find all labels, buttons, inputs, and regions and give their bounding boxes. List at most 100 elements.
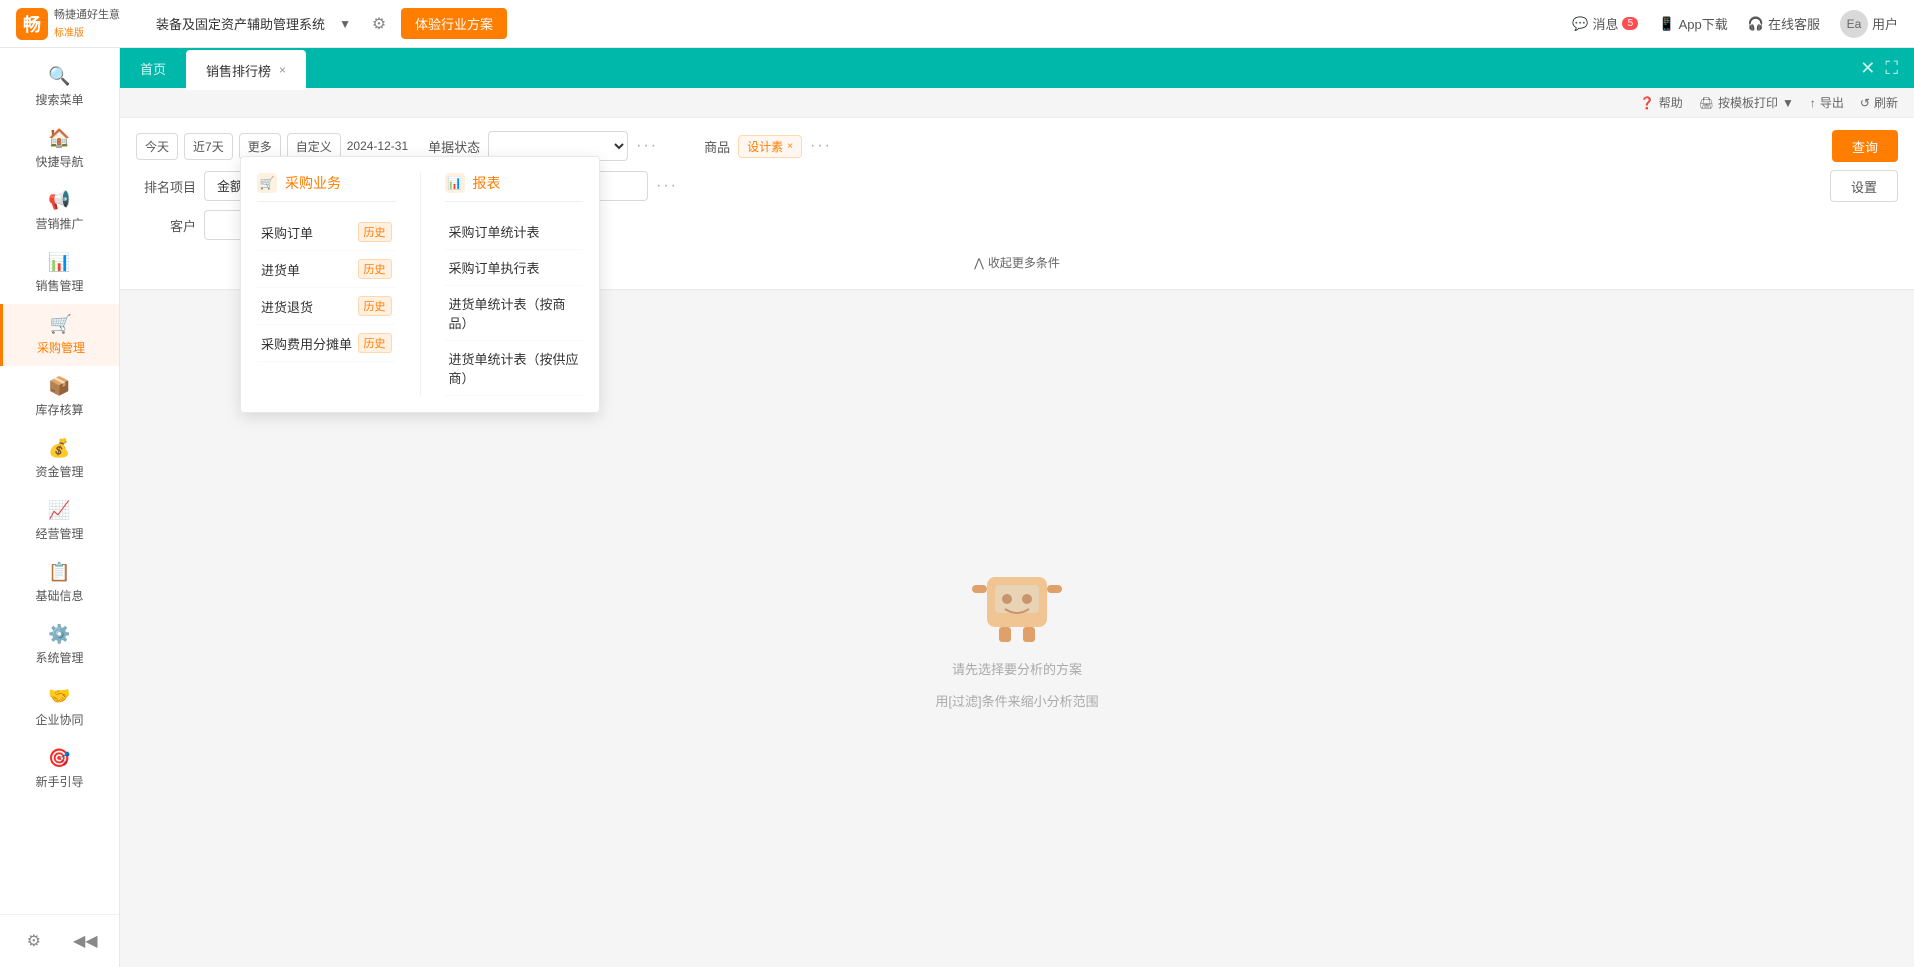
dropdown-item-order-exec[interactable]: 采购订单执行表 <box>445 250 584 286</box>
sidebar-item-system[interactable]: ⚙️ 系统管理 <box>0 614 119 676</box>
system-dropdown-btn[interactable]: ▼ <box>333 12 357 36</box>
finance-icon: 💰 <box>48 438 70 459</box>
help-btn[interactable]: ❓ 帮助 <box>1640 94 1683 111</box>
tab-close-window-icon[interactable]: ✕ <box>1860 58 1875 79</box>
user-btn[interactable]: Ea 用户 <box>1840 10 1898 38</box>
setting-btn[interactable]: 设置 <box>1830 170 1898 202</box>
message-icon: 💬 <box>1572 16 1588 32</box>
product-label: 商品 <box>670 137 730 156</box>
dropdown-item-order-stats[interactable]: 采购订单统计表 <box>445 214 584 250</box>
sidebar-item-enterprise[interactable]: 🤝 企业协同 <box>0 676 119 738</box>
product-tag-close[interactable]: × <box>787 141 793 152</box>
dropdown-report-header: 📊 报表 <box>445 173 584 202</box>
dropdown-item-purchase-order[interactable]: 采购订单 历史 <box>257 214 396 251</box>
collapse-btn[interactable]: ⋀ 收起更多条件 <box>968 248 1066 277</box>
sidebar-item-marketing[interactable]: 📢 营销推广 <box>0 180 119 242</box>
sidebar-label-operations: 经营管理 <box>35 525 83 542</box>
sidebar-settings-btn[interactable]: ⚙ <box>20 927 48 955</box>
sidebar: 🔍 搜索菜单 🏠 快捷导航 📢 营销推广 📊 销售管理 🛒 采购管理 📦 库存核… <box>0 48 120 967</box>
marketing-icon: 📢 <box>48 190 70 211</box>
dropdown-item-incoming-stats-product[interactable]: 进货单统计表（按商品） <box>445 286 584 341</box>
logo-name: 畅捷通好生意 <box>54 8 120 23</box>
refresh-btn[interactable]: ↺ 刷新 <box>1860 94 1898 111</box>
enterprise-icon: 🤝 <box>48 686 70 707</box>
query-btn[interactable]: 查询 <box>1832 130 1898 162</box>
customer-label: 客户 <box>136 216 196 235</box>
content-area: 首页 销售排行榜 × ✕ ⛶ ❓ 帮助 🖨 按模板打印 <box>120 48 1914 967</box>
order-exec-label: 采购订单执行表 <box>449 258 540 277</box>
online-service-label: 在线客服 <box>1768 14 1820 33</box>
date-today-btn[interactable]: 今天 <box>136 133 178 160</box>
empty-hint-1: 请先选择要分析的方案 <box>952 659 1082 679</box>
dropdown-business-header: 🛒 采购业务 <box>257 173 396 202</box>
tab-close-icon[interactable]: × <box>279 63 286 77</box>
sidebar-item-sales[interactable]: 📊 销售管理 <box>0 242 119 304</box>
incoming-stats-supplier-label: 进货单统计表（按供应商） <box>449 349 580 387</box>
dropdown-item-incoming[interactable]: 进货单 历史 <box>257 251 396 288</box>
message-badge: 5 <box>1622 17 1638 30</box>
industry-btn[interactable]: 体验行业方案 <box>401 8 507 39</box>
sidebar-collapse-btn[interactable]: ◀◀ <box>71 927 99 955</box>
search-icon: 🔍 <box>48 66 70 87</box>
dropdown-item-incoming-stats-supplier[interactable]: 进货单统计表（按供应商） <box>445 341 584 396</box>
dropdown-item-return[interactable]: 进货退货 历史 <box>257 288 396 325</box>
tab-bar: 首页 销售排行榜 × ✕ ⛶ <box>120 48 1914 88</box>
tab-home-label: 首页 <box>140 59 166 78</box>
rank-label: 排名项目 <box>136 177 196 196</box>
avatar: Ea <box>1840 10 1868 38</box>
tab-home[interactable]: 首页 <box>120 48 186 88</box>
date-7days-btn[interactable]: 近7天 <box>184 133 233 160</box>
empty-robot-svg <box>957 547 1077 647</box>
sidebar-label-inventory: 库存核算 <box>35 401 83 418</box>
report-title: 报表 <box>473 173 501 193</box>
sidebar-item-basic[interactable]: 📋 基础信息 <box>0 552 119 614</box>
empty-illustration <box>957 547 1077 647</box>
help-icon: ❓ <box>1640 96 1655 110</box>
product-dots[interactable]: ··· <box>810 137 832 155</box>
tab-sales-rank[interactable]: 销售排行榜 × <box>186 50 306 90</box>
purchase-expense-label: 采购费用分摊单 <box>261 334 352 353</box>
purchase-icon: 🛒 <box>50 314 72 335</box>
sidebar-label-purchase: 采购管理 <box>37 339 85 356</box>
sidebar-item-quick-nav[interactable]: 🏠 快捷导航 <box>0 118 119 180</box>
message-label: 消息 <box>1592 14 1618 33</box>
logo-icon: 畅 <box>16 8 48 40</box>
order-stats-label: 采购订单统计表 <box>449 222 540 241</box>
purchase-order-label: 采购订单 <box>261 223 313 242</box>
top-bar: 畅 畅捷通好生意 标准版 装备及固定资产辅助管理系统 ▼ ⚙ 体验行业方案 💬 … <box>0 0 1914 48</box>
online-service-btn[interactable]: 🎧 在线客服 <box>1748 14 1820 33</box>
tab-maximize-icon[interactable]: ⛶ <box>1885 58 1898 79</box>
export-label: 导出 <box>1820 94 1844 111</box>
app-download-btn[interactable]: 📱 App下载 <box>1658 14 1727 33</box>
app-download-label: App下载 <box>1679 14 1728 33</box>
sidebar-label-quick-nav: 快捷导航 <box>35 153 83 170</box>
sidebar-item-finance[interactable]: 💰 资金管理 <box>0 428 119 490</box>
sidebar-item-operations[interactable]: 📈 经营管理 <box>0 490 119 552</box>
settings-icon[interactable]: ⚙ <box>365 10 393 38</box>
main-layout: 🔍 搜索菜单 🏠 快捷导航 📢 营销推广 📊 销售管理 🛒 采购管理 📦 库存核… <box>0 48 1914 967</box>
refresh-icon: ↺ <box>1860 96 1870 110</box>
voucher-status-dots[interactable]: ··· <box>636 137 658 155</box>
phone-icon: 📱 <box>1658 16 1674 32</box>
help-label: 帮助 <box>1659 94 1683 111</box>
sidebar-item-newbie[interactable]: 🎯 新手引导 <box>0 738 119 800</box>
dropdown-item-purchase-expense[interactable]: 采购费用分摊单 历史 <box>257 325 396 362</box>
return-label: 进货退货 <box>261 297 313 316</box>
basic-icon: 📋 <box>48 562 70 583</box>
message-btn[interactable]: 💬 消息 5 <box>1572 14 1638 33</box>
export-btn[interactable]: ↑ 导出 <box>1810 94 1844 111</box>
sidebar-item-search[interactable]: 🔍 搜索菜单 <box>0 56 119 118</box>
empty-hint-2: 用[过滤]条件来缩小分析范围 <box>935 691 1098 711</box>
sidebar-item-inventory[interactable]: 📦 库存核算 <box>0 366 119 428</box>
tab-sales-rank-label: 销售排行榜 <box>206 61 271 80</box>
sidebar-label-enterprise: 企业协同 <box>35 711 83 728</box>
salesperson-dots[interactable]: ··· <box>656 177 678 195</box>
print-btn[interactable]: 🖨 按模板打印 ▼ <box>1699 94 1794 111</box>
sidebar-item-purchase[interactable]: 🛒 采购管理 <box>0 304 119 366</box>
purchase-order-history-badge: 历史 <box>358 222 392 242</box>
business-col-icon: 🛒 <box>257 173 277 193</box>
inventory-icon: 📦 <box>48 376 70 397</box>
incoming-history-badge: 历史 <box>358 259 392 279</box>
headset-icon: 🎧 <box>1748 16 1764 32</box>
empty-hint-2-text: 用[过滤]条件来缩小分析范围 <box>935 694 1098 709</box>
